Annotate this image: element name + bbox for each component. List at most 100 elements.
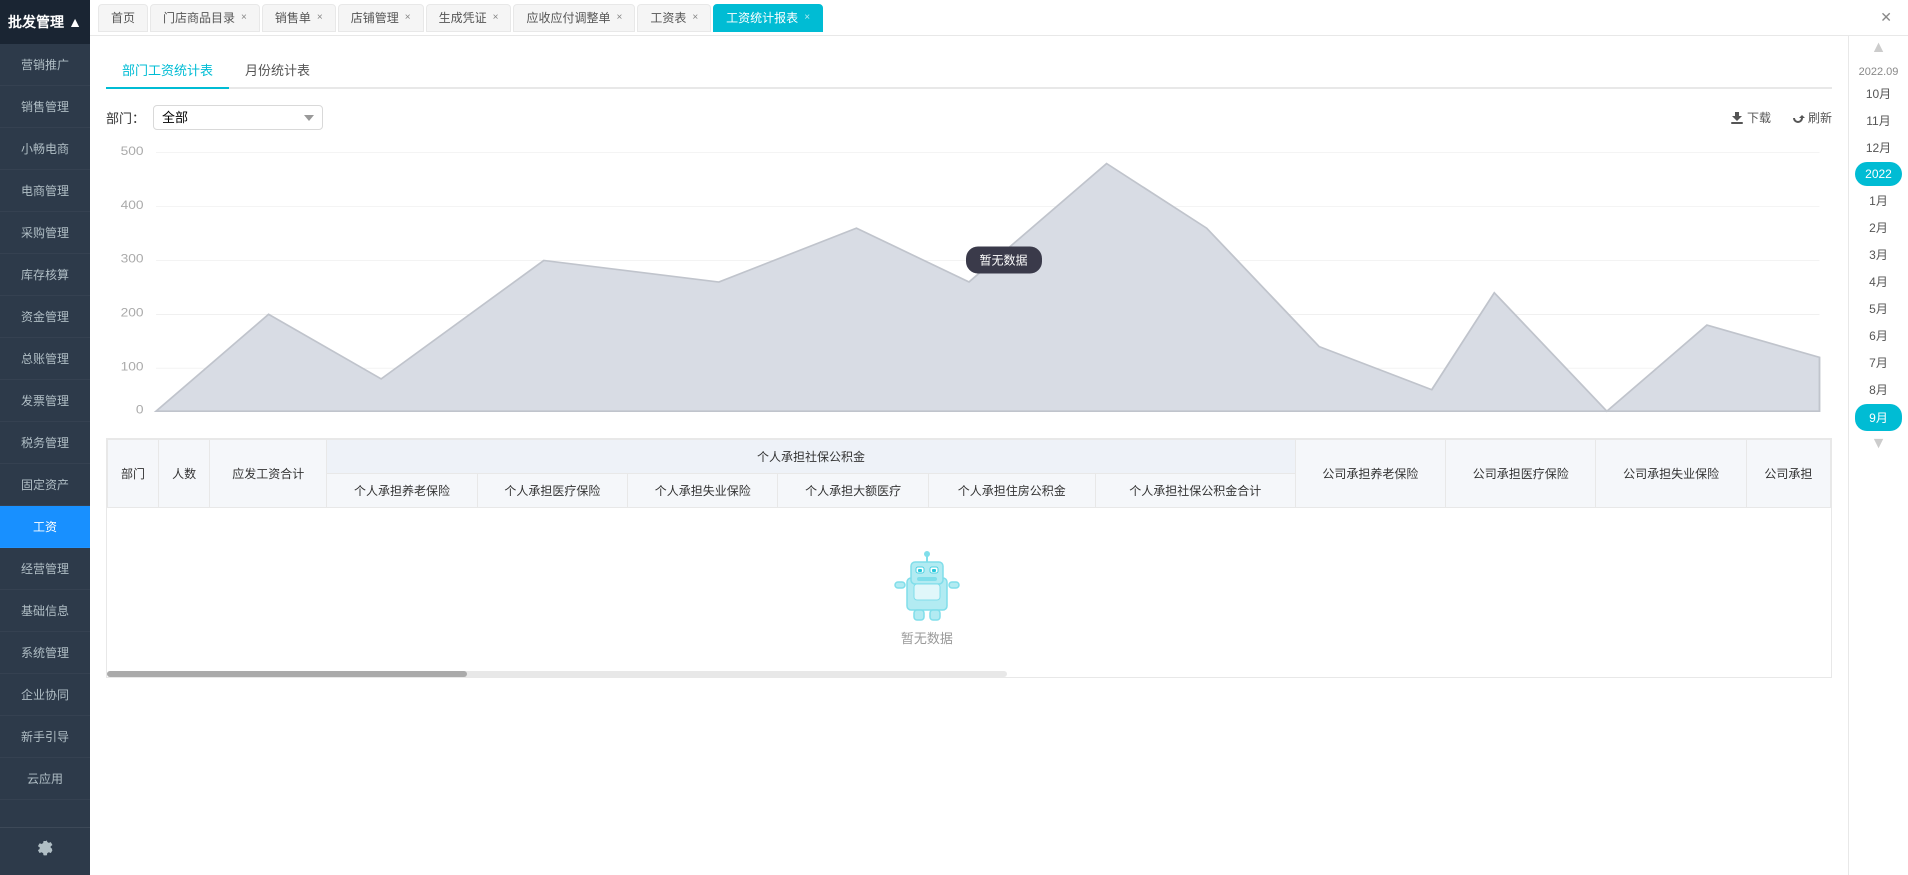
- sidebar-item-invoice[interactable]: 发票管理: [0, 380, 90, 422]
- timeline-month-sep[interactable]: 9月: [1855, 404, 1902, 431]
- sidebar-title: 批发管理: [8, 12, 64, 32]
- empty-state: 暂无数据: [108, 508, 1747, 667]
- sidebar-item-inventory[interactable]: 库存核算: [0, 254, 90, 296]
- sidebar-item-guide[interactable]: 新手引导: [0, 716, 90, 758]
- refresh-icon: [1791, 111, 1805, 125]
- svg-text:500: 500: [121, 144, 144, 158]
- svg-text:100: 100: [121, 359, 144, 373]
- tab-payroll[interactable]: 工资表 ×: [637, 4, 711, 32]
- tab-payroll-close[interactable]: ×: [692, 12, 698, 23]
- tabs-bar: 首页 门店商品目录 × 销售单 × 店铺管理 × 生成凭证 × 应收应付调整单 …: [90, 0, 1908, 36]
- refresh-button[interactable]: 刷新: [1791, 109, 1832, 126]
- tab-sales-close[interactable]: ×: [317, 12, 323, 23]
- th-personal-housing: 个人承担住房公积金: [928, 474, 1095, 508]
- chart-container: 500 400 300 200 100 0: [106, 142, 1832, 422]
- sidebar-item-sales[interactable]: 销售管理: [0, 86, 90, 128]
- sidebar-item-cloud[interactable]: 云应用: [0, 758, 90, 800]
- tab-payroll-report-close[interactable]: ×: [804, 12, 810, 23]
- tab-sales-label: 销售单: [275, 9, 311, 26]
- th-company-unemployment: 公司承担失业保险: [1596, 440, 1746, 508]
- th-personal-major-medical: 个人承担大额医疗: [778, 474, 928, 508]
- timeline-panel: ▲ 2022.09 10月 11月 12月 2022 1月 2月: [1848, 36, 1908, 875]
- sidebar-item-payroll[interactable]: 工资: [0, 506, 90, 548]
- tab-store-mgmt[interactable]: 店铺管理 ×: [338, 4, 424, 32]
- dept-label: 部门：: [106, 108, 145, 127]
- tab-payroll-report-label: 工资统计报表: [726, 9, 798, 26]
- toolbar-left: 部门： 全部: [106, 105, 323, 130]
- tab-store-mgmt-close[interactable]: ×: [405, 12, 411, 23]
- download-icon: [1730, 111, 1744, 125]
- svg-text:200: 200: [121, 305, 144, 319]
- content-area: 部门工资统计表 月份统计表 部门： 全部 下载: [90, 36, 1908, 875]
- th-personal-medical: 个人承担医疗保险: [477, 474, 627, 508]
- sidebar-item-operations[interactable]: 经营管理: [0, 548, 90, 590]
- th-personal-social: 个人承担社保公积金: [327, 440, 1295, 474]
- data-table: 部门 人数 应发工资合计 个人承担社保公积金 公司承担养老保险 公司承担医疗保险…: [107, 439, 1831, 667]
- close-all-button[interactable]: ✕: [1872, 7, 1900, 28]
- sidebar-item-basic[interactable]: 基础信息: [0, 590, 90, 632]
- tab-sales[interactable]: 销售单 ×: [262, 4, 336, 32]
- timeline-month-aug[interactable]: 8月: [1849, 376, 1908, 403]
- sidebar-item-marketing[interactable]: 营销推广: [0, 44, 90, 86]
- sidebar-item-finance[interactable]: 资金管理: [0, 296, 90, 338]
- empty-row: 暂无数据: [108, 508, 1831, 668]
- svg-text:0: 0: [136, 402, 144, 416]
- sub-tab-month[interactable]: 月份统计表: [229, 52, 326, 89]
- chart-svg: 500 400 300 200 100 0: [106, 142, 1832, 422]
- timeline-month-feb[interactable]: 2月: [1849, 214, 1908, 241]
- th-personal-pension: 个人承担养老保险: [327, 474, 477, 508]
- sidebar-item-purchase[interactable]: 采购管理: [0, 212, 90, 254]
- timeline-month-jan[interactable]: 1月: [1849, 187, 1908, 214]
- sidebar-item-tax[interactable]: 税务管理: [0, 422, 90, 464]
- content-inner: 部门工资统计表 月份统计表 部门： 全部 下载: [90, 36, 1848, 875]
- timeline-year-2022-label: 2022.09: [1849, 60, 1908, 80]
- svg-text:400: 400: [121, 198, 144, 212]
- sub-tab-dept[interactable]: 部门工资统计表: [106, 52, 229, 89]
- tab-receivable-close[interactable]: ×: [616, 12, 622, 23]
- tab-voucher[interactable]: 生成凭证 ×: [426, 4, 512, 32]
- tab-receivable[interactable]: 应收应付调整单 ×: [513, 4, 635, 32]
- timeline-month-mar[interactable]: 3月: [1849, 241, 1908, 268]
- tab-store-catalog[interactable]: 门店商品目录 ×: [150, 4, 260, 32]
- sidebar-header[interactable]: 批发管理 ▲: [0, 0, 90, 44]
- timeline-month-apr[interactable]: 4月: [1849, 268, 1908, 295]
- th-company-medical: 公司承担医疗保险: [1446, 440, 1596, 508]
- empty-icon: [887, 548, 967, 628]
- timeline-down-arrow[interactable]: ▼: [1867, 432, 1891, 456]
- th-total-salary: 应发工资合计: [210, 440, 327, 508]
- tab-home[interactable]: 首页: [98, 4, 148, 32]
- timeline-month-dec[interactable]: 12月: [1849, 134, 1908, 161]
- gear-icon: [35, 840, 55, 860]
- timeline-month-nov[interactable]: 11月: [1849, 107, 1908, 134]
- tab-voucher-close[interactable]: ×: [493, 12, 499, 23]
- tab-voucher-label: 生成凭证: [439, 9, 487, 26]
- timeline-year-2022-marker[interactable]: 2022: [1855, 162, 1902, 186]
- timeline-month-jun[interactable]: 6月: [1849, 322, 1908, 349]
- download-button[interactable]: 下载: [1730, 109, 1771, 126]
- sidebar-item-ecommerce[interactable]: 电商管理: [0, 170, 90, 212]
- tab-home-label: 首页: [111, 9, 135, 26]
- sidebar-item-system[interactable]: 系统管理: [0, 632, 90, 674]
- table-container: 部门 人数 应发工资合计 个人承担社保公积金 公司承担养老保险 公司承担医疗保险…: [106, 438, 1832, 678]
- sidebar-item-enterprise[interactable]: 企业协同: [0, 674, 90, 716]
- tab-payroll-report[interactable]: 工资统计报表 ×: [713, 4, 823, 32]
- sidebar: 批发管理 ▲ 营销推广 销售管理 小畅电商 电商管理 采购管理 库存核算 资金管…: [0, 0, 90, 875]
- sidebar-item-assets[interactable]: 固定资产: [0, 464, 90, 506]
- timeline-month-oct[interactable]: 10月: [1849, 80, 1908, 107]
- horizontal-scrollbar[interactable]: [107, 671, 1007, 677]
- tabs-bar-actions: ✕: [1872, 7, 1900, 28]
- tab-store-catalog-close[interactable]: ×: [241, 12, 247, 23]
- toolbar-right: 下载 刷新: [1730, 109, 1832, 126]
- timeline-up-arrow[interactable]: ▲: [1867, 36, 1891, 60]
- empty-text: 暂无数据: [901, 628, 953, 647]
- settings-button[interactable]: [0, 827, 90, 875]
- timeline-month-may[interactable]: 5月: [1849, 295, 1908, 322]
- dept-select[interactable]: 全部: [153, 105, 323, 130]
- th-count: 人数: [159, 440, 210, 508]
- sub-tabs: 部门工资统计表 月份统计表: [106, 52, 1832, 89]
- scrollbar-thumb: [107, 671, 467, 677]
- sidebar-item-ecommerce-small[interactable]: 小畅电商: [0, 128, 90, 170]
- timeline-month-jul[interactable]: 7月: [1849, 349, 1908, 376]
- sidebar-item-ledger[interactable]: 总账管理: [0, 338, 90, 380]
- th-dept: 部门: [108, 440, 159, 508]
